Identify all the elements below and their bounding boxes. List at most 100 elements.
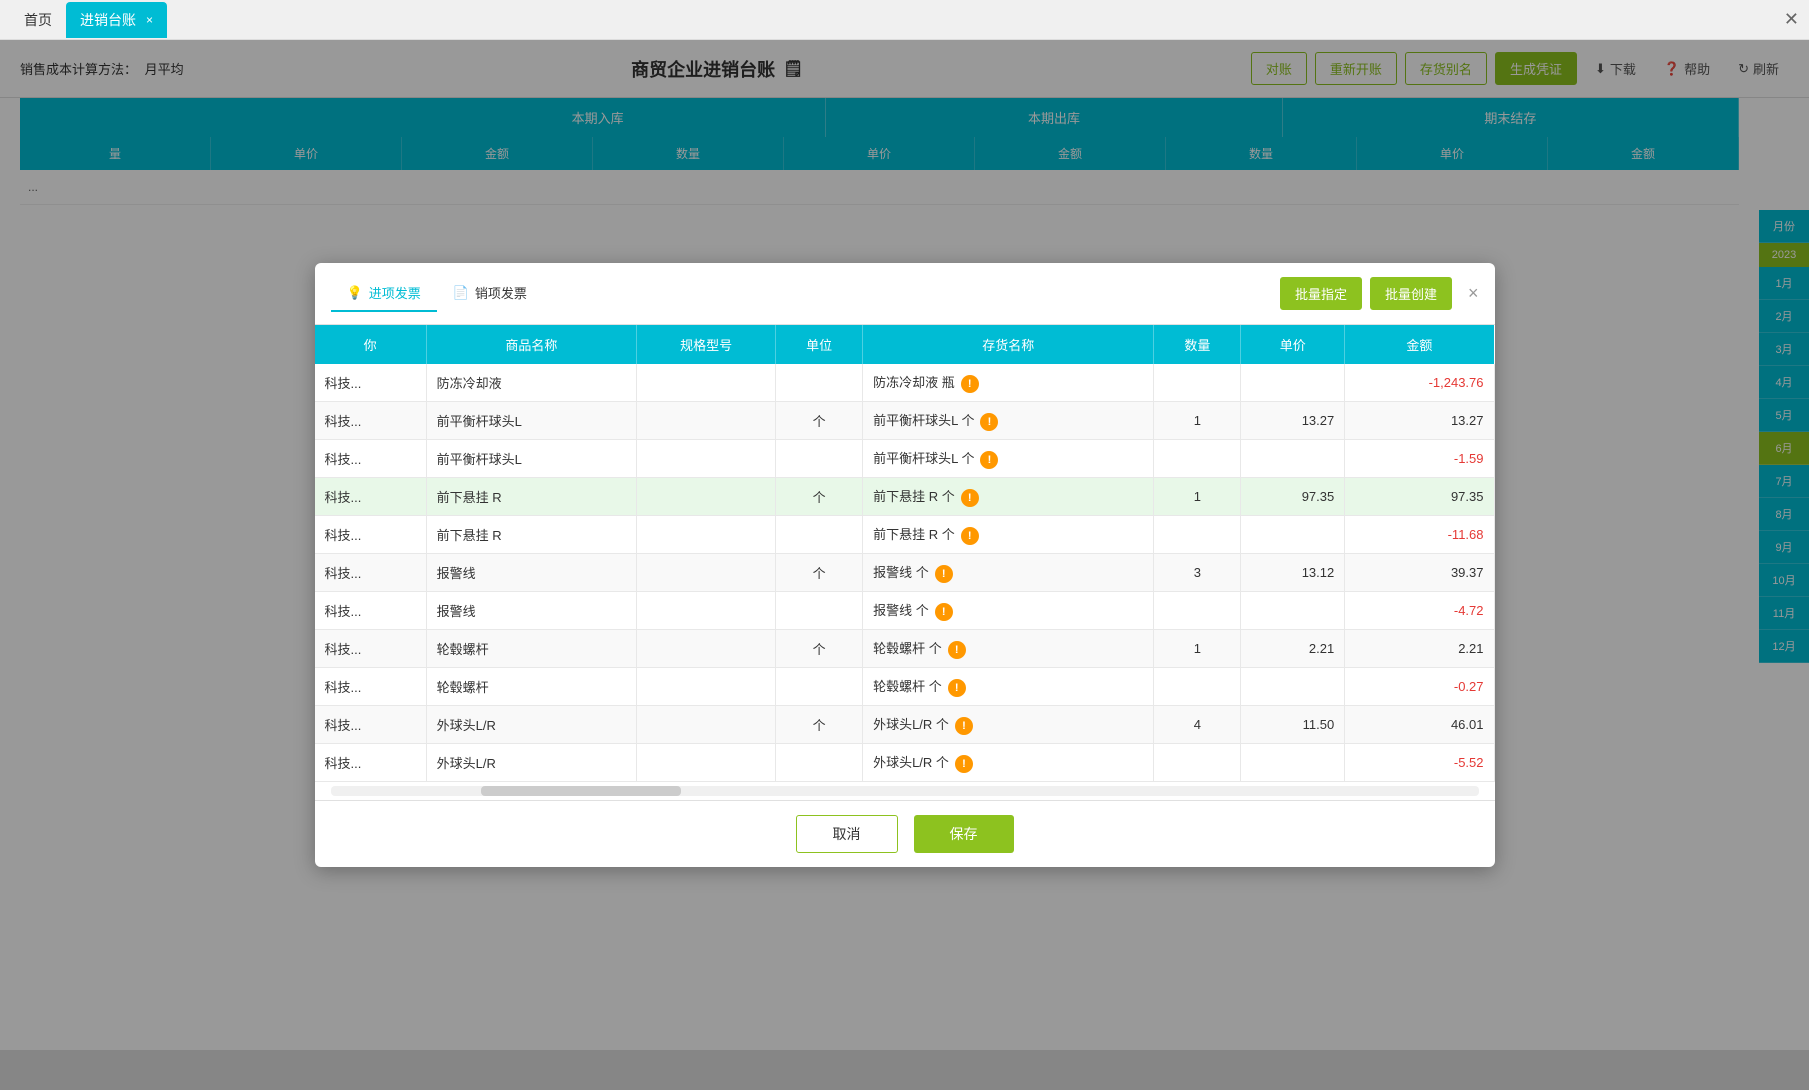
save-button[interactable]: 保存 [914,815,1014,853]
cell-value: 2.21 [1241,630,1345,668]
main-content: 销售成本计算方法： 月平均 商贸企业进销台账 🗒 对账 重新开账 存货别名 生成… [0,40,1809,1050]
col-price: 单价 [1241,325,1345,364]
inventory-name: 前平衡杆球头L 个 [873,451,974,466]
cell-value: 科技... [315,554,427,592]
cell-value: -1.59 [1345,440,1494,478]
inventory-name: 前下悬挂 R 个 [873,527,955,542]
cell-value [1241,668,1345,706]
cell-value: 防冻冷却液 [426,364,636,402]
table-row: 科技...前平衡杆球头L个前平衡杆球头L 个!113.2713.27 [315,402,1495,440]
table-row: 科技...前下悬挂 R前下悬挂 R 个!-11.68 [315,516,1495,554]
table-row: 科技...报警线报警线 个!-4.72 [315,592,1495,630]
tab-close-icon[interactable]: × [146,13,153,27]
cell-value: 1 [1154,478,1241,516]
warning-icon: ! [955,717,973,735]
cell-value: 外球头L/R [426,744,636,782]
dialog-close-button[interactable]: × [1468,283,1479,304]
cell-value: 科技... [315,592,427,630]
tab-ledger[interactable]: 进销台账 × [66,2,167,38]
table-row: 科技...前下悬挂 R个前下悬挂 R 个!197.3597.35 [315,478,1495,516]
col-unit: 单位 [776,325,863,364]
cell-value [637,630,776,668]
cell-value: 报警线 [426,554,636,592]
cell-value: 科技... [315,440,427,478]
col-spec: 规格型号 [637,325,776,364]
table-row: 科技...外球头L/R个外球头L/R 个!411.5046.01 [315,706,1495,744]
cell-value [776,516,863,554]
inventory-name: 外球头L/R 个 [873,755,949,770]
cell-value: -0.27 [1345,668,1494,706]
invoice-out-icon: 📄 [453,285,469,301]
cell-value: -1,243.76 [1345,364,1494,402]
cell-value: 科技... [315,516,427,554]
cell-value [637,364,776,402]
table-row: 科技...防冻冷却液防冻冷却液 瓶!-1,243.76 [315,364,1495,402]
cell-value: -5.52 [1345,744,1494,782]
table-row: 科技...轮毂螺杆轮毂螺杆 个!-0.27 [315,668,1495,706]
inventory-name: 防冻冷却液 瓶 [873,375,955,390]
dialog: 💡 进项发票 📄 销项发票 批量指定 批量创建 × [315,263,1495,867]
cell-value: 1 [1154,630,1241,668]
table-row: 科技...报警线个报警线 个!313.1239.37 [315,554,1495,592]
warning-icon: ! [948,641,966,659]
dialog-footer: 取消 保存 [315,800,1495,867]
tab-invoice-out[interactable]: 📄 销项发票 [437,275,543,312]
cell-value: 个 [776,554,863,592]
cell-value [637,516,776,554]
warning-icon: ! [980,451,998,469]
cell-value [637,402,776,440]
col-amount: 金额 [1345,325,1494,364]
cell-value: 3 [1154,554,1241,592]
batch-create-button[interactable]: 批量创建 [1370,277,1452,310]
warning-icon: ! [961,527,979,545]
horizontal-scrollbar[interactable] [331,786,1479,796]
table-row: 科技...轮毂螺杆个轮毂螺杆 个!12.212.21 [315,630,1495,668]
cell-value [637,440,776,478]
cell-value: 外球头L/R [426,706,636,744]
cell-value [637,554,776,592]
cell-value: 11.50 [1241,706,1345,744]
table-row: 科技...前平衡杆球头L前平衡杆球头L 个!-1.59 [315,440,1495,478]
cell-value [1241,364,1345,402]
batch-assign-button[interactable]: 批量指定 [1280,277,1362,310]
cell-value [637,592,776,630]
tab-home[interactable]: 首页 [10,2,66,38]
cell-value [776,440,863,478]
cell-value: 97.35 [1345,478,1494,516]
inventory-name: 外球头L/R 个 [873,717,949,732]
cell-value: 13.12 [1241,554,1345,592]
cell-value [1241,744,1345,782]
invoice-table: 你 商品名称 规格型号 单位 存货名称 数量 单价 金额 科技...防冻冷却液防… [315,325,1495,782]
cell-value: 前下悬挂 R [426,478,636,516]
inventory-name: 轮毂螺杆 个 [873,679,942,694]
cell-value: 科技... [315,668,427,706]
tab-invoice-in[interactable]: 💡 进项发票 [331,275,437,312]
cell-value: 科技... [315,630,427,668]
cell-value [1154,440,1241,478]
cell-value: -4.72 [1345,592,1494,630]
cell-value [637,668,776,706]
cell-value: -11.68 [1345,516,1494,554]
cell-value [776,364,863,402]
cell-value [637,478,776,516]
inventory-name: 前下悬挂 R 个 [873,489,955,504]
warning-icon: ! [935,565,953,583]
cancel-button[interactable]: 取消 [796,815,898,853]
scroll-thumb[interactable] [481,786,681,796]
table-row: 科技...外球头L/R外球头L/R 个!-5.52 [315,744,1495,782]
cell-value [637,706,776,744]
cell-value [1154,668,1241,706]
cell-value: 个 [776,478,863,516]
cell-value [1241,516,1345,554]
cell-value: 前平衡杆球头L [426,402,636,440]
inventory-name: 报警线 个 [873,603,929,618]
cell-value [1241,440,1345,478]
inventory-name: 前平衡杆球头L 个 [873,413,974,428]
cell-value [776,744,863,782]
col-inventory-name: 存货名称 [863,325,1154,364]
col-product-name: 商品名称 [426,325,636,364]
cell-value [1241,592,1345,630]
window-close-button[interactable]: ✕ [1784,9,1799,30]
dialog-actions: 批量指定 批量创建 × [1280,277,1479,310]
tab-bar: 首页 进销台账 × ✕ [0,0,1809,40]
